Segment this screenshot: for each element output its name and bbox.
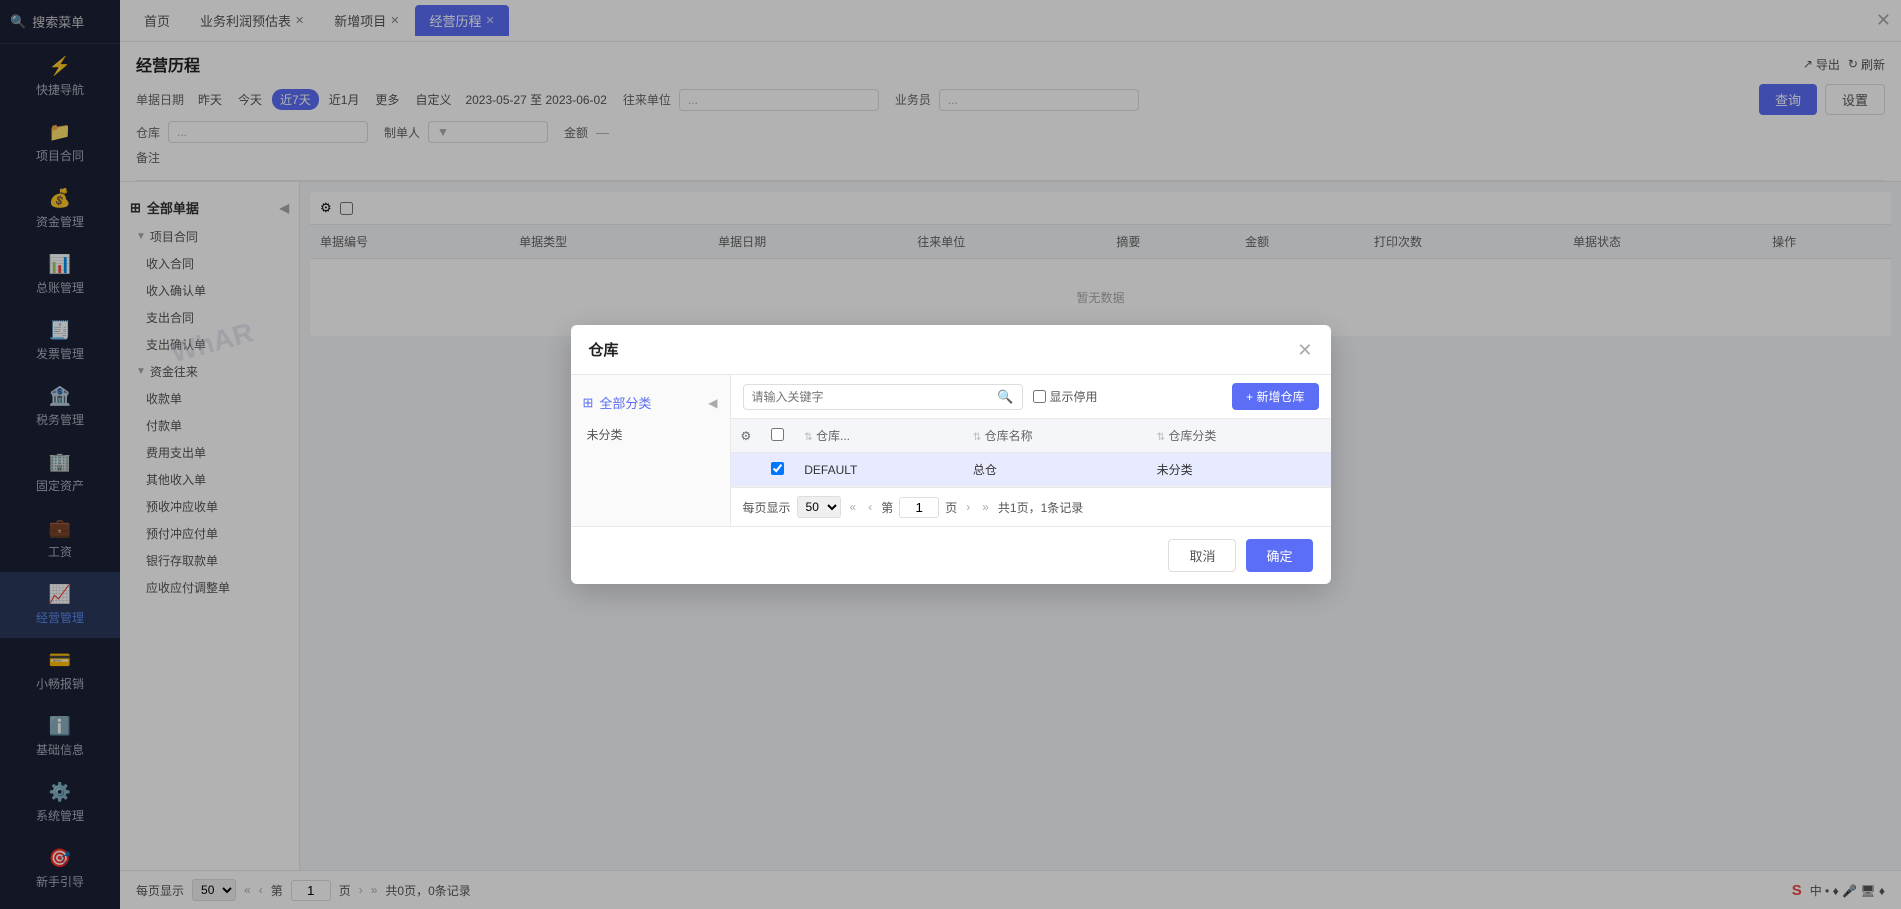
all-categories-label: 全部分类 — [599, 393, 651, 412]
modal-category-panel: ⊞ 全部分类 ◀ 未分类 — [571, 375, 731, 526]
modal-per-page-label: 每页显示 — [743, 499, 791, 516]
th-category: ⇅ 仓库分类 — [1147, 419, 1331, 453]
row-checkbox[interactable] — [771, 462, 784, 475]
modal-toolbar: 🔍 显示停用 + 新增仓库 — [731, 375, 1331, 419]
th-settings: ⚙ — [731, 419, 762, 453]
modal-total-info: 共1页，1条记录 — [998, 499, 1083, 516]
row-category-cell: 未分类 — [1147, 453, 1331, 487]
row-name-cell: 总仓 — [963, 453, 1147, 487]
row-settings-cell — [731, 453, 762, 487]
modal-close-button[interactable]: ✕ — [1297, 341, 1312, 359]
warehouse-modal: 仓库 ✕ ⊞ 全部分类 ◀ 未分类 — [571, 325, 1331, 584]
modal-search-box[interactable]: 🔍 — [743, 384, 1023, 410]
modal-pagination: 每页显示 50 « ‹ 第 页 › » 共1页，1条记录 — [731, 487, 1331, 526]
modal-first-btn[interactable]: « — [847, 500, 860, 514]
warehouse-table: ⚙ ⇅ 仓库... ⇅ — [731, 419, 1331, 487]
modal-body: ⊞ 全部分类 ◀ 未分类 🔍 显示停用 — [571, 375, 1331, 526]
row-checkbox-cell — [761, 453, 794, 487]
modal-last-btn[interactable]: » — [979, 500, 992, 514]
modal-search-input[interactable] — [752, 390, 992, 404]
modal-overlay: 仓库 ✕ ⊞ 全部分类 ◀ 未分类 — [0, 0, 1901, 909]
sort-name-icon: ⇅ — [973, 432, 981, 443]
show-disabled-checkbox[interactable] — [1033, 390, 1046, 403]
all-categories-item[interactable]: ⊞ 全部分类 ◀ — [571, 385, 730, 420]
row-id-cell: DEFAULT — [794, 453, 963, 487]
col-name-label: 仓库名称 — [985, 429, 1033, 443]
modal-select-all[interactable] — [771, 428, 784, 441]
modal-right-panel: 🔍 显示停用 + 新增仓库 ⚙ — [731, 375, 1331, 526]
show-disabled-text: 显示停用 — [1050, 388, 1098, 405]
table-row[interactable]: DEFAULT 总仓 未分类 — [731, 453, 1331, 487]
modal-page-label: 页 — [945, 499, 957, 516]
modal-page-input[interactable] — [899, 497, 939, 518]
sort-icon: ⇅ — [804, 432, 812, 443]
modal-table: ⚙ ⇅ 仓库... ⇅ — [731, 419, 1331, 487]
modal-title: 仓库 — [589, 339, 619, 360]
col-id-label: 仓库... — [816, 429, 850, 443]
modal-per-page-select[interactable]: 50 — [797, 496, 841, 518]
unclassified-label: 未分类 — [587, 428, 623, 442]
th-checkbox — [761, 419, 794, 453]
grid-cat-icon: ⊞ — [583, 395, 594, 411]
modal-prev-btn[interactable]: ‹ — [865, 500, 875, 514]
cat-collapse-icon[interactable]: ◀ — [708, 396, 717, 410]
modal-next-btn[interactable]: › — [963, 500, 973, 514]
th-name: ⇅ 仓库名称 — [963, 419, 1147, 453]
settings-col-btn[interactable]: ⚙ — [741, 429, 752, 443]
modal-search-icon: 🔍 — [997, 389, 1013, 405]
col-category-label: 仓库分类 — [1168, 429, 1216, 443]
show-disabled-label[interactable]: 显示停用 — [1033, 388, 1098, 405]
th-id: ⇅ 仓库... — [794, 419, 963, 453]
confirm-button[interactable]: 确定 — [1246, 539, 1312, 572]
modal-page-word: 第 — [881, 499, 893, 516]
add-warehouse-button[interactable]: + 新增仓库 — [1232, 383, 1318, 410]
unclassified-category[interactable]: 未分类 — [571, 420, 730, 449]
cancel-button[interactable]: 取消 — [1168, 539, 1236, 572]
modal-footer: 取消 确定 — [571, 526, 1331, 584]
sort-cat-icon: ⇅ — [1157, 432, 1165, 443]
modal-header: 仓库 ✕ — [571, 325, 1331, 375]
